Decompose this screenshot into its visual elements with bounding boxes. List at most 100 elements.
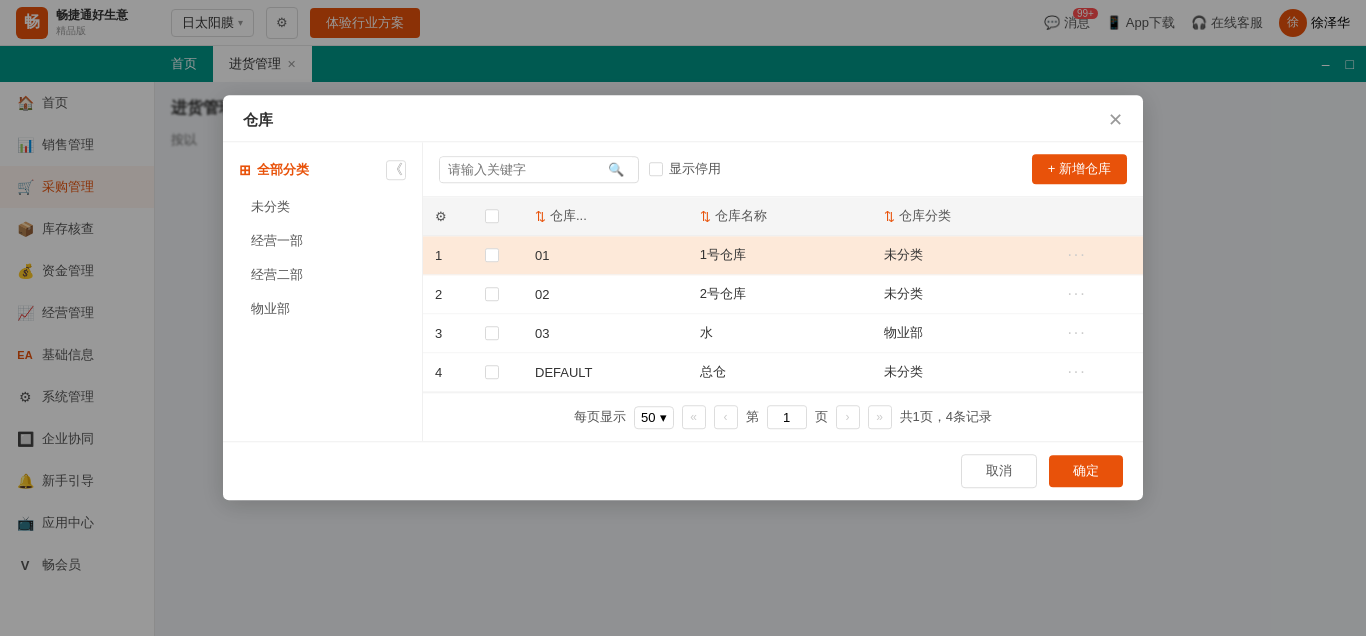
th-name-sort: ⇅ 仓库名称 <box>700 207 860 225</box>
search-input-wrap: 🔍 <box>439 156 639 183</box>
search-icon[interactable]: 🔍 <box>600 157 632 182</box>
td-code: 02 <box>523 275 688 314</box>
page-next-icon: › <box>846 410 850 424</box>
per-page-label: 每页显示 <box>574 408 626 426</box>
table-row[interactable]: 3 03 水 物业部 ··· <box>423 314 1143 353</box>
cancel-button[interactable]: 取消 <box>961 454 1037 488</box>
per-page-select[interactable]: 50 ▾ <box>634 406 673 429</box>
td-code: 03 <box>523 314 688 353</box>
grid-icon: ⊞ <box>239 162 251 178</box>
sort-icon-2: ⇅ <box>700 209 711 224</box>
warehouse-search-input[interactable] <box>440 157 600 182</box>
page-prev-icon: ‹ <box>724 410 728 424</box>
warehouse-tbody: 1 01 1号仓库 未分类 ··· 2 02 2号仓库 未分类 ··· 3 03… <box>423 236 1143 392</box>
page-prev-btn[interactable]: ‹ <box>714 405 738 429</box>
td-name: 2号仓库 <box>688 275 872 314</box>
modal-title: 仓库 <box>243 111 273 130</box>
modal-close-icon[interactable]: ✕ <box>1108 109 1123 131</box>
add-warehouse-button[interactable]: + 新增仓库 <box>1032 154 1127 184</box>
page-first-icon: « <box>690 410 697 424</box>
page-suffix: 页 <box>815 408 828 426</box>
td-category: 未分类 <box>872 236 1056 275</box>
td-name: 水 <box>688 314 872 353</box>
th-name: ⇅ 仓库名称 <box>688 197 872 236</box>
sort-icon: ⇅ <box>535 209 546 224</box>
td-checkbox[interactable] <box>473 314 523 353</box>
th-actions <box>1055 197 1143 236</box>
row-checkbox[interactable] <box>485 248 499 262</box>
warehouse-modal: 仓库 ✕ ⊞ 全部分类 《 未分类 经营一部 经营二部 <box>223 95 1143 500</box>
modal-body: ⊞ 全部分类 《 未分类 经营一部 经营二部 物业部 <box>223 142 1143 441</box>
warehouse-table: ⚙ ⇅ 仓库... <box>423 197 1143 392</box>
table-header-row: ⚙ ⇅ 仓库... <box>423 197 1143 236</box>
td-num: 4 <box>423 353 473 392</box>
th-checkbox[interactable] <box>473 197 523 236</box>
select-all-checkbox[interactable] <box>485 209 499 223</box>
more-actions-icon[interactable]: ··· <box>1067 246 1086 263</box>
modal-pagination: 每页显示 50 ▾ « ‹ 第 页 › » <box>423 392 1143 441</box>
td-more[interactable]: ··· <box>1055 314 1143 353</box>
th-code-sort: ⇅ 仓库... <box>535 207 676 225</box>
table-row[interactable]: 1 01 1号仓库 未分类 ··· <box>423 236 1143 275</box>
td-num: 1 <box>423 236 473 275</box>
td-checkbox[interactable] <box>473 353 523 392</box>
td-num: 2 <box>423 275 473 314</box>
page-last-btn[interactable]: » <box>868 405 892 429</box>
chevron-left-icon: 《 <box>389 161 403 179</box>
td-more[interactable]: ··· <box>1055 236 1143 275</box>
th-category: ⇅ 仓库分类 <box>872 197 1056 236</box>
td-checkbox[interactable] <box>473 236 523 275</box>
cat-unclassified-label: 未分类 <box>251 199 290 214</box>
td-category: 物业部 <box>872 314 1056 353</box>
row-checkbox[interactable] <box>485 365 499 379</box>
td-checkbox[interactable] <box>473 275 523 314</box>
cat-item-ops1[interactable]: 经营一部 <box>223 224 422 258</box>
row-checkbox[interactable] <box>485 287 499 301</box>
th-category-label: 仓库分类 <box>899 207 951 225</box>
page-first-btn[interactable]: « <box>682 405 706 429</box>
per-page-value: 50 <box>641 410 655 425</box>
td-category: 未分类 <box>872 275 1056 314</box>
show-disabled-toggle[interactable]: 显示停用 <box>649 160 721 178</box>
settings-icon: ⚙ <box>435 209 447 224</box>
td-code: DEFAULT <box>523 353 688 392</box>
per-page-arrow-icon: ▾ <box>660 410 667 425</box>
td-more[interactable]: ··· <box>1055 275 1143 314</box>
more-actions-icon[interactable]: ··· <box>1067 285 1086 302</box>
cat-item-unclassified[interactable]: 未分类 <box>223 190 422 224</box>
page-last-icon: » <box>876 410 883 424</box>
th-code: ⇅ 仓库... <box>523 197 688 236</box>
more-actions-icon[interactable]: ··· <box>1067 363 1086 380</box>
total-info: 共1页，4条记录 <box>900 408 992 426</box>
row-checkbox[interactable] <box>485 326 499 340</box>
cat-ops2-label: 经营二部 <box>251 267 303 282</box>
modal-header: 仓库 ✕ <box>223 95 1143 142</box>
table-row[interactable]: 2 02 2号仓库 未分类 ··· <box>423 275 1143 314</box>
th-code-label: 仓库... <box>550 207 587 225</box>
modal-search-bar: 🔍 显示停用 + 新增仓库 <box>423 142 1143 197</box>
table-row[interactable]: 4 DEFAULT 总仓 未分类 ··· <box>423 353 1143 392</box>
td-more[interactable]: ··· <box>1055 353 1143 392</box>
warehouse-table-wrap: ⚙ ⇅ 仓库... <box>423 197 1143 392</box>
show-disabled-label: 显示停用 <box>669 160 721 178</box>
cat-item-property[interactable]: 物业部 <box>223 292 422 326</box>
category-tree: ⊞ 全部分类 《 未分类 经营一部 经营二部 物业部 <box>223 142 423 441</box>
show-disabled-checkbox[interactable] <box>649 162 663 176</box>
cat-property-label: 物业部 <box>251 301 290 316</box>
page-number-input[interactable] <box>767 405 807 429</box>
modal-footer: 取消 确定 <box>223 441 1143 500</box>
modal-right-panel: 🔍 显示停用 + 新增仓库 ⚙ <box>423 142 1143 441</box>
th-name-label: 仓库名称 <box>715 207 767 225</box>
th-settings: ⚙ <box>423 197 473 236</box>
cat-all-item[interactable]: ⊞ 全部分类 <box>239 161 309 179</box>
cat-collapse-button[interactable]: 《 <box>386 160 406 180</box>
sort-icon-3: ⇅ <box>884 209 895 224</box>
confirm-button[interactable]: 确定 <box>1049 455 1123 487</box>
cat-tree-header: ⊞ 全部分类 《 <box>223 154 422 190</box>
page-next-btn[interactable]: › <box>836 405 860 429</box>
td-num: 3 <box>423 314 473 353</box>
more-actions-icon[interactable]: ··· <box>1067 324 1086 341</box>
page-label-text: 第 <box>746 408 759 426</box>
cat-all-label: 全部分类 <box>257 161 309 179</box>
cat-item-ops2[interactable]: 经营二部 <box>223 258 422 292</box>
